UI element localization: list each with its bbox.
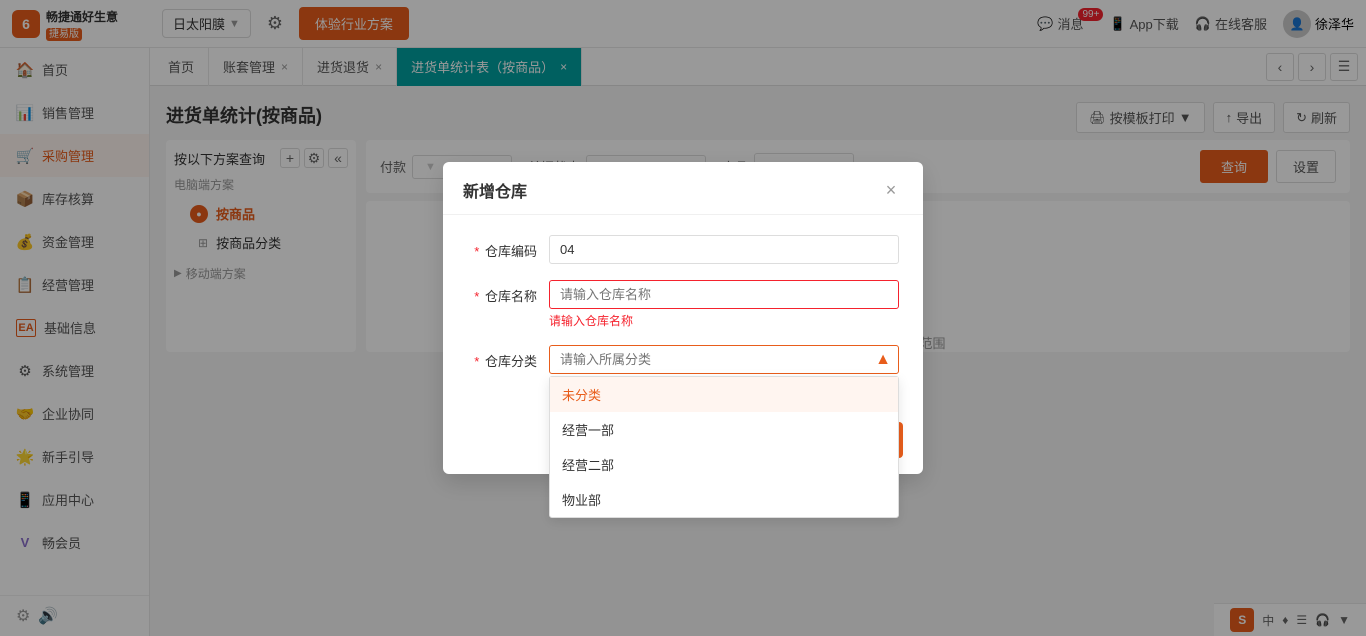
modal-header: 新增仓库 ×: [443, 162, 923, 215]
modal-overlay[interactable]: 新增仓库 × * 仓库编码 * 仓库名称: [0, 0, 1366, 636]
category-label: * 仓库分类: [467, 345, 537, 370]
category-option-3[interactable]: 物业部: [550, 482, 898, 517]
code-label: * 仓库编码: [467, 235, 537, 260]
name-label: * 仓库名称: [467, 280, 537, 305]
modal-add-warehouse: 新增仓库 × * 仓库编码 * 仓库名称: [443, 162, 923, 474]
form-row-category: * 仓库分类 ▲ 未分类 经营一部 经营二部 物业部: [467, 345, 899, 374]
name-field-wrapper: 请输入仓库名称: [549, 280, 899, 329]
modal-close-button[interactable]: ×: [879, 178, 903, 202]
modal-body: * 仓库编码 * 仓库名称 请输入仓库名称: [443, 215, 923, 410]
name-error-message: 请输入仓库名称: [549, 312, 899, 329]
category-input-wrapper: ▲: [549, 345, 899, 374]
modal-title: 新增仓库: [463, 178, 527, 202]
category-toggle-icon[interactable]: ▲: [875, 351, 891, 369]
code-field-wrapper: [549, 235, 899, 264]
warehouse-code-input[interactable]: [549, 235, 899, 264]
warehouse-category-input[interactable]: [549, 345, 899, 374]
form-row-name: * 仓库名称 请输入仓库名称: [467, 280, 899, 329]
category-field-wrapper: ▲ 未分类 经营一部 经营二部 物业部: [549, 345, 899, 374]
category-dropdown: 未分类 经营一部 经营二部 物业部: [549, 376, 899, 518]
category-option-2[interactable]: 经营二部: [550, 447, 898, 482]
category-option-0[interactable]: 未分类: [550, 377, 898, 412]
form-row-code: * 仓库编码: [467, 235, 899, 264]
warehouse-name-input[interactable]: [549, 280, 899, 309]
category-option-1[interactable]: 经营一部: [550, 412, 898, 447]
